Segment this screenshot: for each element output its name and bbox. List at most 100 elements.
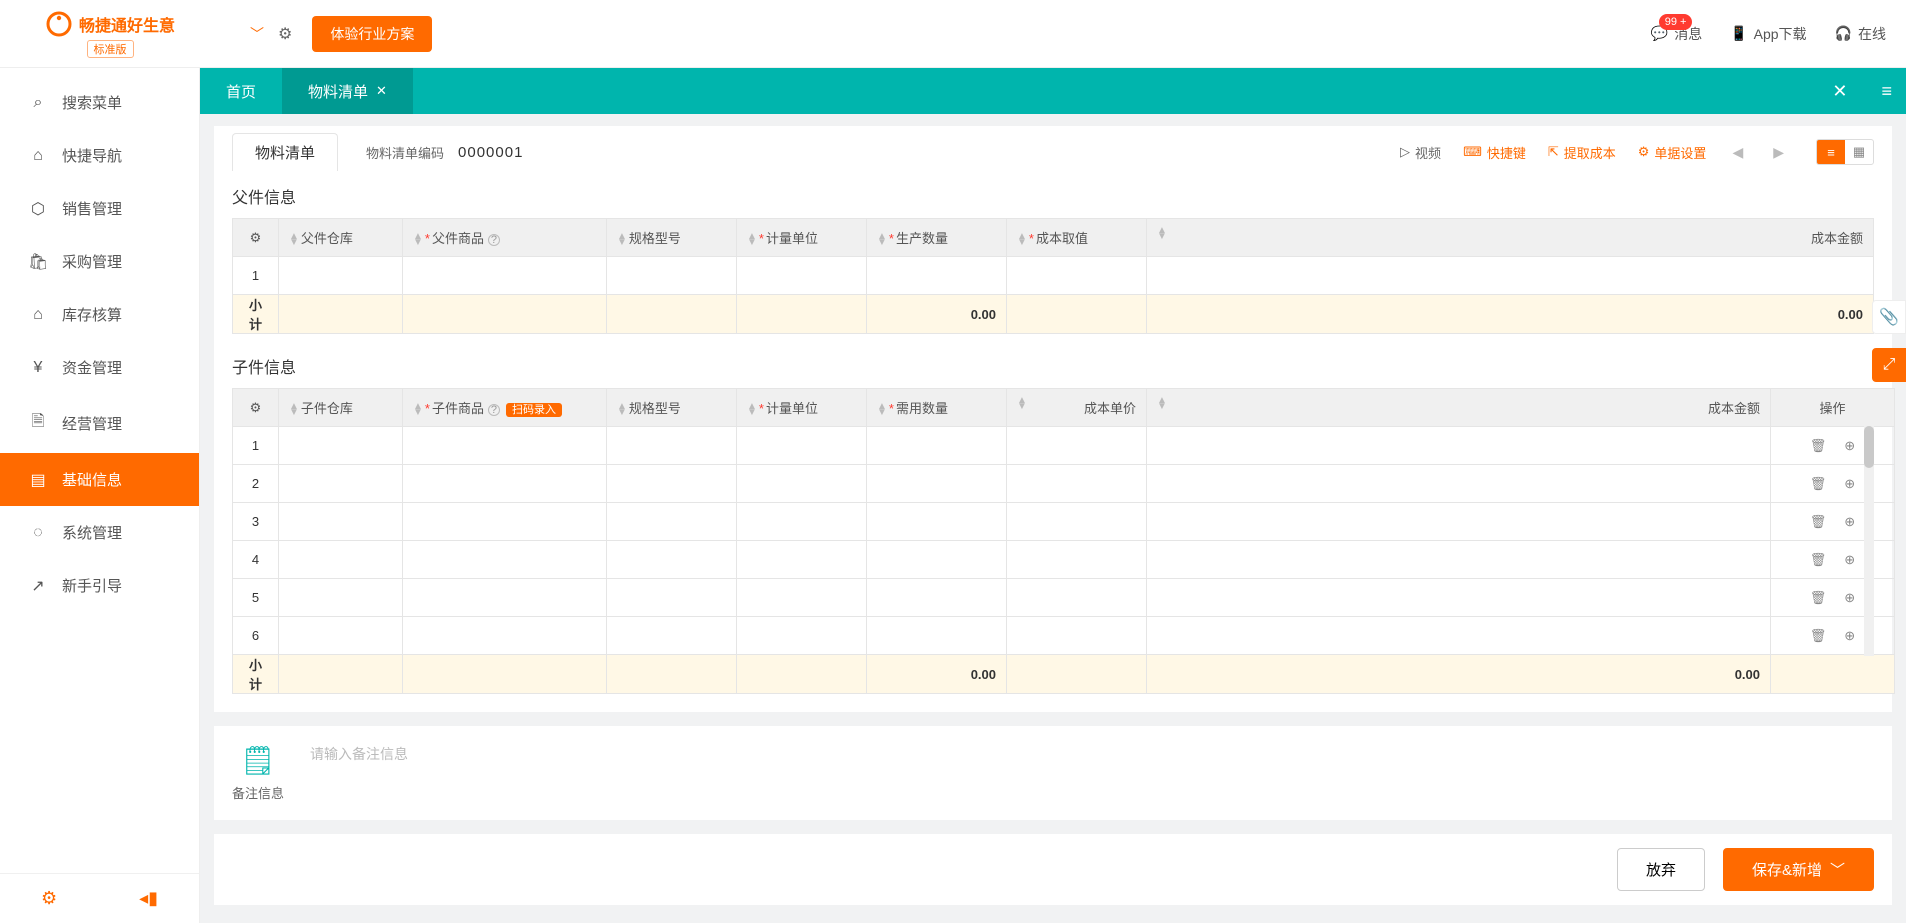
child-scroll-thumb[interactable] [1864, 426, 1874, 468]
child-col-unit[interactable]: ▲▼*计量单位 [737, 389, 867, 427]
parent-col-cost-src[interactable]: ▲▼*成本取值 [1007, 219, 1147, 257]
doc-tab[interactable]: 物料清单 [232, 133, 338, 171]
sort-icon: ▲▼ [1017, 398, 1027, 410]
sidebar-settings-icon[interactable]: ⚙ [41, 888, 57, 909]
add-row-icon[interactable]: ⊕ [1844, 438, 1855, 454]
delete-row-icon[interactable]: 🗑 [1810, 438, 1827, 454]
menu-label: 采购管理 [62, 251, 122, 272]
sort-icon: ▲▼ [413, 234, 423, 246]
sidebar-collapse-icon[interactable]: ◂▮ [139, 888, 158, 909]
subtotal-label: 小计 [233, 295, 279, 334]
delete-row-icon[interactable]: 🗑 [1810, 476, 1827, 492]
delete-row-icon[interactable]: 🗑 [1810, 514, 1827, 530]
view-toggle: ≡ ▦ [1816, 139, 1874, 165]
menu-funds[interactable]: ¥资金管理 [0, 341, 199, 394]
add-row-icon[interactable]: ⊕ [1844, 552, 1855, 568]
child-row[interactable]: 3🗑⊕ [233, 503, 1895, 541]
delete-row-icon[interactable]: 🗑 [1810, 590, 1827, 606]
messages-button[interactable]: 💬 消息 99 + [1651, 24, 1702, 44]
discard-button[interactable]: 放弃 [1617, 848, 1705, 891]
help-icon[interactable]: ? [488, 404, 500, 416]
cta-button[interactable]: 体验行业方案 [312, 16, 432, 52]
child-scrollbar[interactable] [1864, 426, 1874, 656]
tab-首页[interactable]: 首页 [200, 68, 282, 114]
tabbar-close-icon[interactable]: ✕ [1812, 81, 1867, 102]
save-new-label: 保存&新增 [1752, 859, 1822, 880]
org-settings-icon[interactable]: ⚙ [278, 24, 292, 44]
remark-input[interactable] [310, 744, 1874, 784]
video-action[interactable]: ▷视频 [1400, 143, 1441, 162]
app-download-button[interactable]: 📱 App下载 [1730, 24, 1806, 44]
parent-col-warehouse[interactable]: ▲▼父件仓库 [279, 219, 403, 257]
child-col-price[interactable]: ▲▼成本单价 [1007, 389, 1147, 427]
sort-icon: ▲▼ [617, 404, 627, 416]
expand-icon[interactable]: ⤢ [1872, 348, 1906, 382]
child-col-product[interactable]: ▲▼*子件商品?扫码录入 [403, 389, 607, 427]
menu-label: 系统管理 [62, 522, 122, 543]
menu-guide[interactable]: ↗新手引导 [0, 559, 199, 612]
parent-row[interactable]: 1 [233, 257, 1874, 295]
menu-quicknav[interactable]: ⌂快捷导航 [0, 129, 199, 182]
parent-table: ⚙ ▲▼父件仓库 ▲▼*父件商品? ▲▼规格型号 ▲▼*计量单位 ▲▼*生产数量… [232, 218, 1874, 334]
menu-icon: 🗎 [28, 410, 48, 437]
view-card-icon[interactable]: ▦ [1845, 140, 1873, 164]
child-row[interactable]: 4🗑⊕ [233, 541, 1895, 579]
menu-sales[interactable]: ⬡销售管理 [0, 182, 199, 235]
add-row-icon[interactable]: ⊕ [1844, 514, 1855, 530]
row-number: 6 [233, 617, 279, 655]
add-row-icon[interactable]: ⊕ [1844, 628, 1855, 644]
tabbar-menu-icon[interactable]: ≡ [1867, 81, 1906, 102]
row-number: 5 [233, 579, 279, 617]
child-col-gear[interactable]: ⚙ [233, 389, 279, 427]
child-col-warehouse[interactable]: ▲▼子件仓库 [279, 389, 403, 427]
menu-label: 资金管理 [62, 357, 122, 378]
parent-subtotal-row: 小计 0.00 0.00 [233, 295, 1874, 334]
parent-col-qty[interactable]: ▲▼*生产数量 [867, 219, 1007, 257]
child-row[interactable]: 2🗑⊕ [233, 465, 1895, 503]
child-row[interactable]: 1🗑⊕ [233, 427, 1895, 465]
child-row[interactable]: 6 🗑 ⊕ [233, 617, 1895, 655]
headset-icon: 🎧 [1835, 25, 1852, 42]
org-selector[interactable]: ﹀ [240, 24, 264, 44]
save-and-new-button[interactable]: 保存&新增 ﹀ [1723, 848, 1874, 891]
parent-col-spec[interactable]: ▲▼规格型号 [607, 219, 737, 257]
tab-close-icon[interactable]: ✕ [376, 83, 387, 99]
child-row[interactable]: 5 🗑 ⊕ [233, 579, 1895, 617]
delete-row-icon[interactable]: 🗑 [1810, 628, 1827, 644]
menu-ops[interactable]: 🗎经营管理 [0, 394, 199, 453]
menu-purchase[interactable]: 🛍采购管理 [0, 235, 199, 288]
doc-code-label: 物料清单编码 [366, 143, 444, 162]
attachment-icon[interactable]: 📎 [1872, 300, 1906, 334]
view-list-icon[interactable]: ≡ [1817, 140, 1845, 164]
shortcut-action[interactable]: ⌨快捷键 [1463, 143, 1526, 162]
content-area: 物料清单 物料清单编码 0000001 ▷视频 ⌨快捷键 ⇱提取成本 ⚙单据设置… [200, 114, 1906, 923]
child-col-amount[interactable]: ▲▼成本金额 [1147, 389, 1771, 427]
child-col-spec[interactable]: ▲▼规格型号 [607, 389, 737, 427]
parent-col-unit[interactable]: ▲▼*计量单位 [737, 219, 867, 257]
menu-inventory[interactable]: ⌂库存核算 [0, 288, 199, 341]
tab-物料清单[interactable]: 物料清单 ✕ [282, 68, 413, 114]
menu-icon: ◌ [28, 524, 48, 542]
help-icon[interactable]: ? [488, 234, 500, 246]
child-col-qty[interactable]: ▲▼*需用数量 [867, 389, 1007, 427]
tab-label: 首页 [226, 81, 256, 102]
online-support-button[interactable]: 🎧 在线 [1835, 24, 1886, 44]
add-row-icon[interactable]: ⊕ [1844, 476, 1855, 492]
prev-doc-icon[interactable]: ◀ [1728, 144, 1747, 161]
parent-col-product[interactable]: ▲▼*父件商品? [403, 219, 607, 257]
doc-settings-action[interactable]: ⚙单据设置 [1638, 143, 1707, 162]
parent-col-amount[interactable]: ▲▼成本金额 [1147, 219, 1874, 257]
delete-row-icon[interactable]: 🗑 [1810, 552, 1827, 568]
sort-icon: ▲▼ [413, 404, 423, 416]
menu-system[interactable]: ◌ 系统管理 [0, 506, 199, 559]
sort-icon: ▲▼ [617, 234, 627, 246]
next-doc-icon[interactable]: ▶ [1769, 144, 1788, 161]
menu-basicinfo[interactable]: ▤基础信息 [0, 453, 199, 506]
tab-label: 物料清单 [308, 81, 368, 102]
menu-label: 快捷导航 [62, 145, 122, 166]
parent-col-gear[interactable]: ⚙ [233, 219, 279, 257]
menu-search[interactable]: ⌕搜索菜单 [0, 76, 199, 129]
extract-cost-action[interactable]: ⇱提取成本 [1548, 143, 1616, 162]
add-row-icon[interactable]: ⊕ [1844, 590, 1855, 606]
scan-badge[interactable]: 扫码录入 [506, 403, 562, 417]
